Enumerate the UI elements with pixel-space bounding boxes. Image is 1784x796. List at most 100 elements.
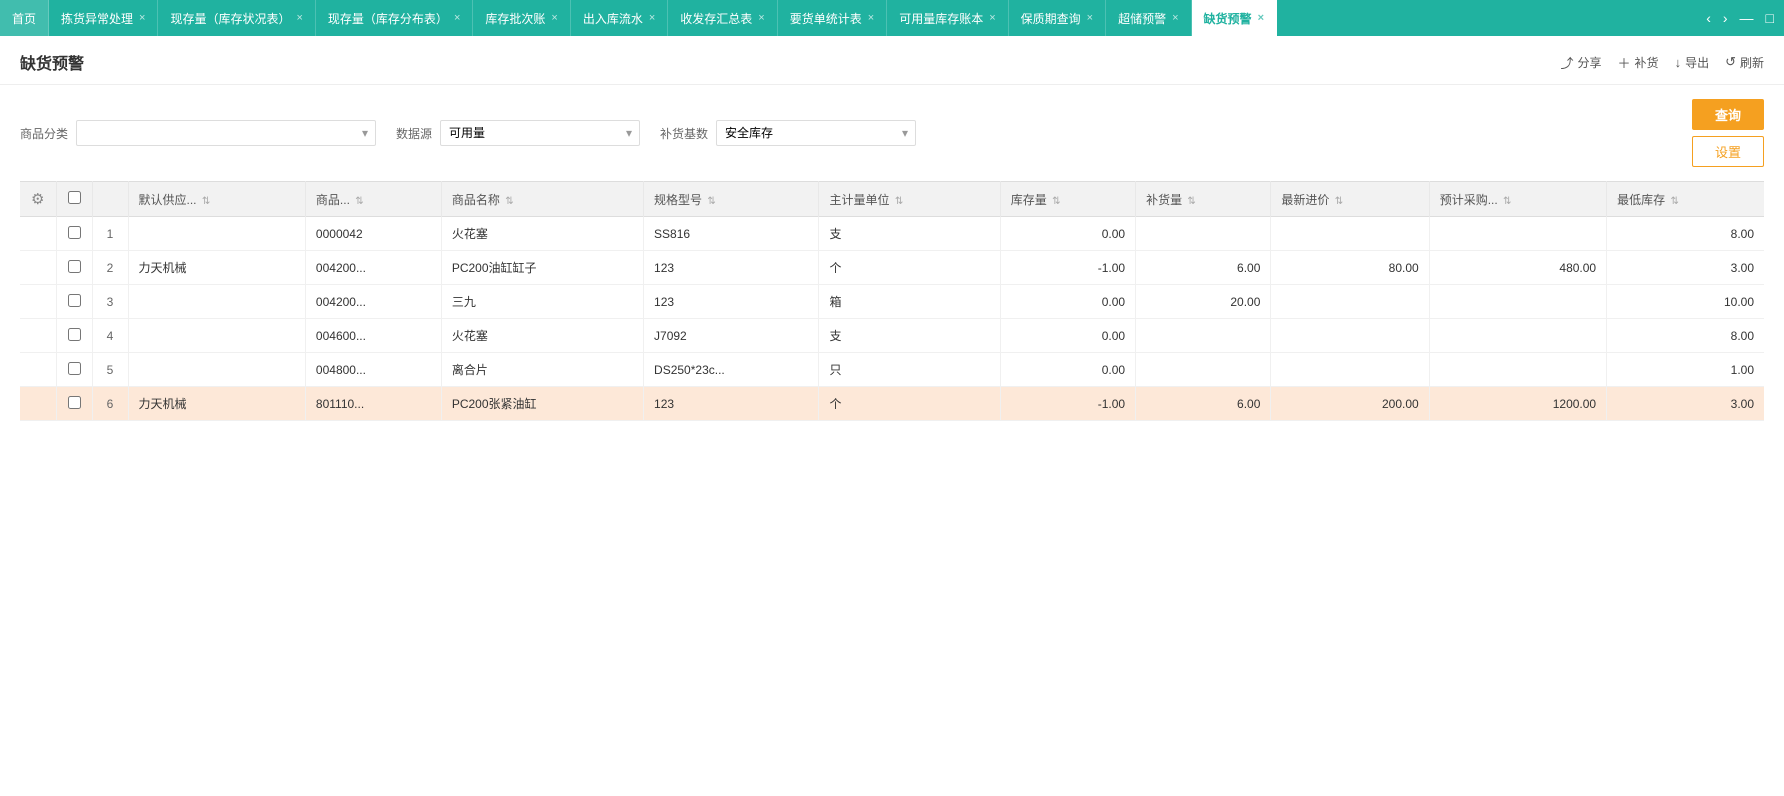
- tab-home[interactable]: 首页: [0, 0, 49, 36]
- row-min-stock: 8.00: [1607, 217, 1764, 251]
- close-icon[interactable]: ×: [296, 12, 302, 24]
- sort-supplier-icon[interactable]: ⇅: [202, 196, 210, 207]
- tab-available[interactable]: 可用量库存账本 ×: [887, 0, 1008, 36]
- row-spec: 123: [644, 285, 819, 319]
- tab-pick-exception[interactable]: 拣货异常处理 ×: [49, 0, 158, 36]
- row-index: 4: [92, 319, 128, 353]
- row-index: 6: [92, 387, 128, 421]
- close-icon[interactable]: ×: [139, 12, 145, 24]
- row-index: 5: [92, 353, 128, 387]
- category-select[interactable]: [76, 120, 376, 146]
- tab-stock-status[interactable]: 现存量（库存状况表） ×: [158, 0, 315, 36]
- row-checkbox[interactable]: [68, 362, 81, 375]
- row-gear: [20, 217, 56, 251]
- row-gear: [20, 353, 56, 387]
- close-icon[interactable]: ×: [758, 12, 764, 24]
- col-product-code: 商品... ⇅: [305, 182, 441, 217]
- datasource-select[interactable]: 可用量 库存量: [440, 120, 640, 146]
- row-gear: [20, 251, 56, 285]
- tab-prev-button[interactable]: ‹: [1700, 8, 1717, 28]
- row-unit: 只: [819, 353, 1000, 387]
- header-actions: ⤴ 分享 ＋ 补货 ↓ 导出 ↺ 刷新: [1561, 53, 1765, 72]
- export-action[interactable]: ↓ 导出: [1675, 54, 1710, 71]
- setting-button[interactable]: 设置: [1692, 136, 1764, 167]
- row-checkbox[interactable]: [68, 328, 81, 341]
- sort-stock-icon[interactable]: ⇅: [1052, 196, 1060, 207]
- sort-unit-icon[interactable]: ⇅: [895, 196, 903, 207]
- row-checkbox[interactable]: [68, 226, 81, 239]
- tab-expiry[interactable]: 保质期查询 ×: [1009, 0, 1106, 36]
- replenish-action[interactable]: ＋ 补货: [1618, 53, 1659, 72]
- row-est-purchase: 1200.00: [1429, 387, 1606, 421]
- refresh-icon: ↺: [1725, 54, 1736, 70]
- share-action[interactable]: ⤴ 分享: [1561, 53, 1602, 72]
- row-checkbox[interactable]: [68, 396, 81, 409]
- row-est-purchase: [1429, 285, 1606, 319]
- row-product-name: 火花塞: [441, 217, 643, 251]
- row-gear: [20, 319, 56, 353]
- tab-summary[interactable]: 收发存汇总表 ×: [668, 0, 777, 36]
- replenish-base-select[interactable]: 安全库存 最低库存: [716, 120, 916, 146]
- row-checkbox-cell: [56, 285, 92, 319]
- datasource-select-wrapper: 可用量 库存量: [440, 120, 640, 146]
- row-checkbox[interactable]: [68, 260, 81, 273]
- row-replenish: [1136, 217, 1271, 251]
- tab-requisition[interactable]: 要货单统计表 ×: [778, 0, 887, 36]
- close-icon[interactable]: ×: [454, 12, 460, 24]
- select-all-checkbox[interactable]: [68, 191, 81, 204]
- tab-bar: 首页 拣货异常处理 × 现存量（库存状况表） × 现存量（库存分布表） × 库存…: [0, 0, 1784, 36]
- row-unit: 个: [819, 387, 1000, 421]
- row-unit: 箱: [819, 285, 1000, 319]
- sort-est-icon[interactable]: ⇅: [1503, 196, 1511, 207]
- tab-flow[interactable]: 出入库流水 ×: [571, 0, 668, 36]
- col-unit: 主计量单位 ⇅: [819, 182, 1000, 217]
- sort-replenish-icon[interactable]: ⇅: [1187, 196, 1195, 207]
- category-select-wrapper: [76, 120, 376, 146]
- main-content: 缺货预警 ⤴ 分享 ＋ 补货 ↓ 导出 ↺ 刷新 商品分类: [0, 36, 1784, 796]
- sort-min-icon[interactable]: ⇅: [1670, 196, 1678, 207]
- row-product-name: 离合片: [441, 353, 643, 387]
- row-spec: SS816: [644, 217, 819, 251]
- row-supplier: [128, 353, 305, 387]
- sort-name-icon[interactable]: ⇅: [505, 196, 513, 207]
- row-latest-price: [1271, 319, 1429, 353]
- close-icon[interactable]: ×: [989, 12, 995, 24]
- close-icon[interactable]: ×: [1258, 12, 1264, 24]
- row-latest-price: 80.00: [1271, 251, 1429, 285]
- row-checkbox[interactable]: [68, 294, 81, 307]
- row-gear: [20, 387, 56, 421]
- tab-batch-account[interactable]: 库存批次账 ×: [473, 0, 570, 36]
- close-icon[interactable]: ×: [551, 12, 557, 24]
- tab-stock-dist[interactable]: 现存量（库存分布表） ×: [316, 0, 473, 36]
- tab-maximize-button[interactable]: □: [1760, 8, 1780, 28]
- row-stock: 0.00: [1000, 353, 1135, 387]
- close-icon[interactable]: ×: [1087, 12, 1093, 24]
- close-icon[interactable]: ×: [649, 12, 655, 24]
- col-min-stock: 最低库存 ⇅: [1607, 182, 1764, 217]
- close-icon[interactable]: ×: [1172, 12, 1178, 24]
- close-icon[interactable]: ×: [868, 12, 874, 24]
- row-supplier: [128, 217, 305, 251]
- tab-next-button[interactable]: ›: [1717, 8, 1734, 28]
- row-spec: 123: [644, 251, 819, 285]
- query-button[interactable]: 查询: [1692, 99, 1764, 130]
- sort-code-icon[interactable]: ⇅: [355, 196, 363, 207]
- table-header-row: ⚙ 默认供应... ⇅ 商品... ⇅ 商品名称: [20, 182, 1764, 217]
- refresh-action[interactable]: ↺ 刷新: [1725, 54, 1764, 71]
- row-est-purchase: [1429, 217, 1606, 251]
- sort-spec-icon[interactable]: ⇅: [707, 196, 715, 207]
- row-product-code: 0000042: [305, 217, 441, 251]
- tab-shortage[interactable]: 缺货预警 ×: [1192, 0, 1277, 36]
- gear-icon[interactable]: ⚙: [31, 191, 44, 208]
- tab-minimize-button[interactable]: —: [1734, 8, 1760, 28]
- tab-nav-buttons: ‹ › — □: [1700, 8, 1784, 28]
- tab-overstock[interactable]: 超储预警 ×: [1106, 0, 1191, 36]
- row-product-code: 004200...: [305, 285, 441, 319]
- row-replenish: [1136, 319, 1271, 353]
- row-checkbox-cell: [56, 217, 92, 251]
- row-spec: 123: [644, 387, 819, 421]
- category-filter-group: 商品分类: [20, 120, 376, 146]
- sort-price-icon[interactable]: ⇅: [1335, 196, 1343, 207]
- export-icon: ↓: [1675, 55, 1682, 70]
- row-product-code: 004800...: [305, 353, 441, 387]
